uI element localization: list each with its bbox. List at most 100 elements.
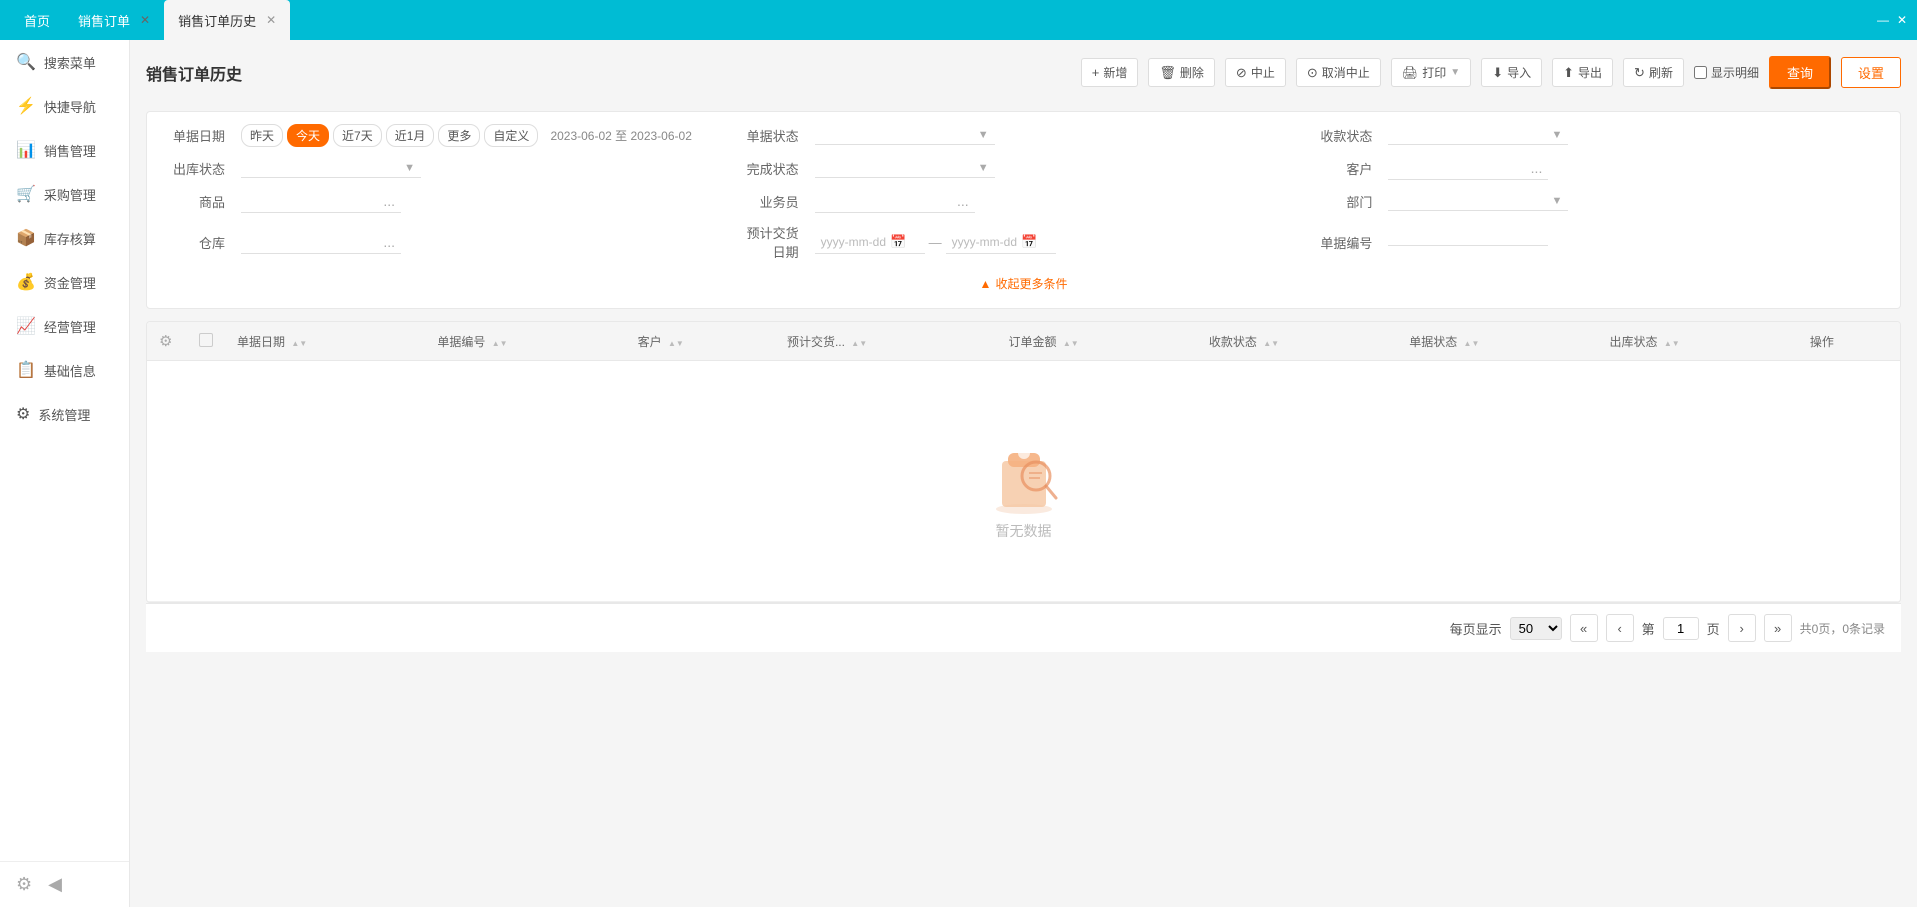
select-all-checkbox[interactable] (199, 333, 213, 347)
collapse-filter-btn[interactable]: ▲ 收起更多条件 (163, 271, 1884, 296)
data-table: ⚙ 单据日期 ▲▼ 单据编号 ▲▼ (147, 322, 1900, 602)
filter-cell-order-number: 单据编号 (1310, 233, 1884, 252)
sidebar-item-finance[interactable]: 💰 资金管理 (0, 260, 129, 304)
empty-state: 暂无数据 (147, 361, 1900, 601)
print-button[interactable]: 🖨 打印 ▼ (1391, 58, 1471, 87)
tab-sales-order[interactable]: 销售订单 ✕ (64, 0, 164, 40)
basic-info-icon: 📋 (16, 360, 36, 380)
salesperson-ellipsis[interactable]: ... (957, 193, 969, 209)
query-button[interactable]: 查询 (1769, 56, 1831, 89)
date-buttons: 昨天 今天 近7天 近1月 更多 自定义 (241, 124, 538, 147)
per-page-select[interactable]: 50 20 100 200 (1510, 617, 1562, 640)
refresh-button[interactable]: ↻ 刷新 (1623, 58, 1684, 87)
calendar-start-icon[interactable]: 📅 (890, 234, 906, 250)
sort-delivery-icon[interactable]: ▲▼ (851, 339, 867, 348)
tab-sales-order-history[interactable]: 销售订单历史 ✕ (164, 0, 290, 40)
content-area: 销售订单历史 + 新增 🗑 删除 ⊘ 中止 ⊙ 取消中止 (130, 40, 1917, 907)
delivery-date-start[interactable]: yyyy-mm-dd 📅 (815, 231, 925, 254)
per-page-label: 每页显示 (1450, 619, 1502, 638)
payment-status-select[interactable]: ▼ (1388, 126, 1568, 145)
sidebar-collapse-icon[interactable]: ◀ (48, 874, 62, 895)
th-payment-status: 收款状态 ▲▼ (1197, 322, 1397, 361)
sidebar-item-search-menu[interactable]: 🔍 搜索菜单 (0, 40, 129, 84)
delete-button[interactable]: 🗑 删除 (1148, 58, 1215, 87)
department-select[interactable]: ▼ (1388, 192, 1568, 211)
sidebar-item-quick-nav[interactable]: ⚡ 快捷导航 (0, 84, 129, 128)
minimize-btn[interactable]: — (1877, 13, 1889, 27)
empty-text: 暂无数据 (996, 521, 1052, 541)
export-button[interactable]: ⬆ 导出 (1552, 58, 1613, 87)
first-page-btn[interactable]: « (1570, 614, 1598, 642)
order-number-input[interactable] (1388, 239, 1548, 246)
setting-button[interactable]: 设置 (1841, 57, 1901, 88)
th-number: 单据编号 ▲▼ (425, 322, 625, 361)
sort-date-icon[interactable]: ▲▼ (291, 339, 307, 348)
filter-cell-salesperson: 业务员 ... (737, 190, 1311, 213)
import-button[interactable]: ⬇ 导入 (1481, 58, 1542, 87)
print-icon: 🖨 (1402, 65, 1419, 81)
sidebar-item-inventory[interactable]: 📦 库存核算 (0, 216, 129, 260)
complete-status-select[interactable]: ▼ (815, 159, 995, 178)
sort-order-icon[interactable]: ▲▼ (1464, 339, 1480, 348)
add-button[interactable]: + 新增 (1081, 58, 1139, 87)
date-btn-custom[interactable]: 自定义 (484, 124, 538, 147)
calendar-end-icon[interactable]: 📅 (1021, 234, 1037, 250)
sort-amount-icon[interactable]: ▲▼ (1063, 339, 1079, 348)
close-tab-history[interactable]: ✕ (266, 13, 276, 27)
sidebar-item-purchase-mgmt[interactable]: 🛒 采购管理 (0, 172, 129, 216)
sidebar-settings-icon[interactable]: ⚙ (16, 874, 32, 895)
customer-input[interactable]: ... (1388, 157, 1548, 180)
order-status-label: 单据状态 (737, 126, 807, 145)
th-actions: 操作 (1798, 322, 1900, 361)
delivery-date-range: yyyy-mm-dd 📅 — yyyy-mm-dd 📅 (815, 231, 1056, 254)
filter-cell-order-status: 单据状态 ▼ (737, 126, 1311, 145)
th-delivery: 预计交货... ▲▼ (775, 322, 997, 361)
warehouse-input[interactable]: ... (241, 231, 401, 254)
display-cols-checkbox[interactable] (1694, 66, 1707, 79)
stop-icon: ⊘ (1236, 65, 1247, 81)
date-btn-more[interactable]: 更多 (438, 124, 480, 147)
sidebar-item-system[interactable]: ⚙ 系统管理 (0, 392, 129, 436)
operations-icon: 📈 (16, 316, 36, 336)
sort-stock-icon[interactable]: ▲▼ (1664, 339, 1680, 348)
stock-status-select[interactable]: ▼ (241, 159, 421, 178)
product-ellipsis[interactable]: ... (383, 193, 395, 209)
complete-status-label: 完成状态 (737, 159, 807, 178)
collapse-arrow-icon: ▲ (980, 277, 992, 291)
table-settings-icon[interactable]: ⚙ (159, 333, 172, 350)
date-btn-7days[interactable]: 近7天 (333, 124, 382, 147)
sort-customer-icon[interactable]: ▲▼ (668, 339, 684, 348)
next-page-btn[interactable]: › (1728, 614, 1756, 642)
prev-page-btn[interactable]: ‹ (1606, 614, 1634, 642)
sidebar-item-basic-info[interactable]: 📋 基础信息 (0, 348, 129, 392)
page-input[interactable] (1663, 617, 1699, 640)
sort-payment-icon[interactable]: ▲▼ (1263, 339, 1279, 348)
date-btn-today[interactable]: 今天 (287, 124, 329, 147)
last-page-btn[interactable]: » (1764, 614, 1792, 642)
salesperson-input[interactable]: ... (815, 190, 975, 213)
warehouse-ellipsis[interactable]: ... (383, 234, 395, 250)
department-chevron: ▼ (1551, 195, 1562, 207)
order-status-select[interactable]: ▼ (815, 126, 995, 145)
tab-home[interactable]: 首页 (10, 0, 64, 40)
product-input[interactable]: ... (241, 190, 401, 213)
sort-number-icon[interactable]: ▲▼ (492, 339, 508, 348)
sidebar-item-sales-mgmt[interactable]: 📊 销售管理 (0, 128, 129, 172)
date-btn-1month[interactable]: 近1月 (386, 124, 435, 147)
sidebar-item-operations[interactable]: 📈 经营管理 (0, 304, 129, 348)
refresh-icon: ↻ (1634, 65, 1645, 81)
stop-button[interactable]: ⊘ 中止 (1225, 58, 1286, 87)
close-tab-sales-order[interactable]: ✕ (140, 13, 150, 27)
customer-ellipsis[interactable]: ... (1531, 160, 1543, 176)
filter-area: 单据日期 昨天 今天 近7天 近1月 更多 自定义 2023-06-02 至 2… (146, 111, 1901, 309)
display-cols-checkbox-wrapper[interactable]: 显示明细 (1694, 64, 1759, 81)
salesperson-label: 业务员 (737, 192, 807, 211)
order-number-label: 单据编号 (1310, 233, 1380, 252)
cancel-stop-button[interactable]: ⊙ 取消中止 (1296, 58, 1381, 87)
date-range-display: 2023-06-02 至 2023-06-02 (550, 127, 691, 144)
tab-list: 首页 销售订单 ✕ 销售订单历史 ✕ (10, 0, 1877, 40)
empty-illustration (974, 421, 1074, 521)
delivery-date-end[interactable]: yyyy-mm-dd 📅 (946, 231, 1056, 254)
close-btn[interactable]: ✕ (1897, 13, 1907, 27)
date-btn-yesterday[interactable]: 昨天 (241, 124, 283, 147)
